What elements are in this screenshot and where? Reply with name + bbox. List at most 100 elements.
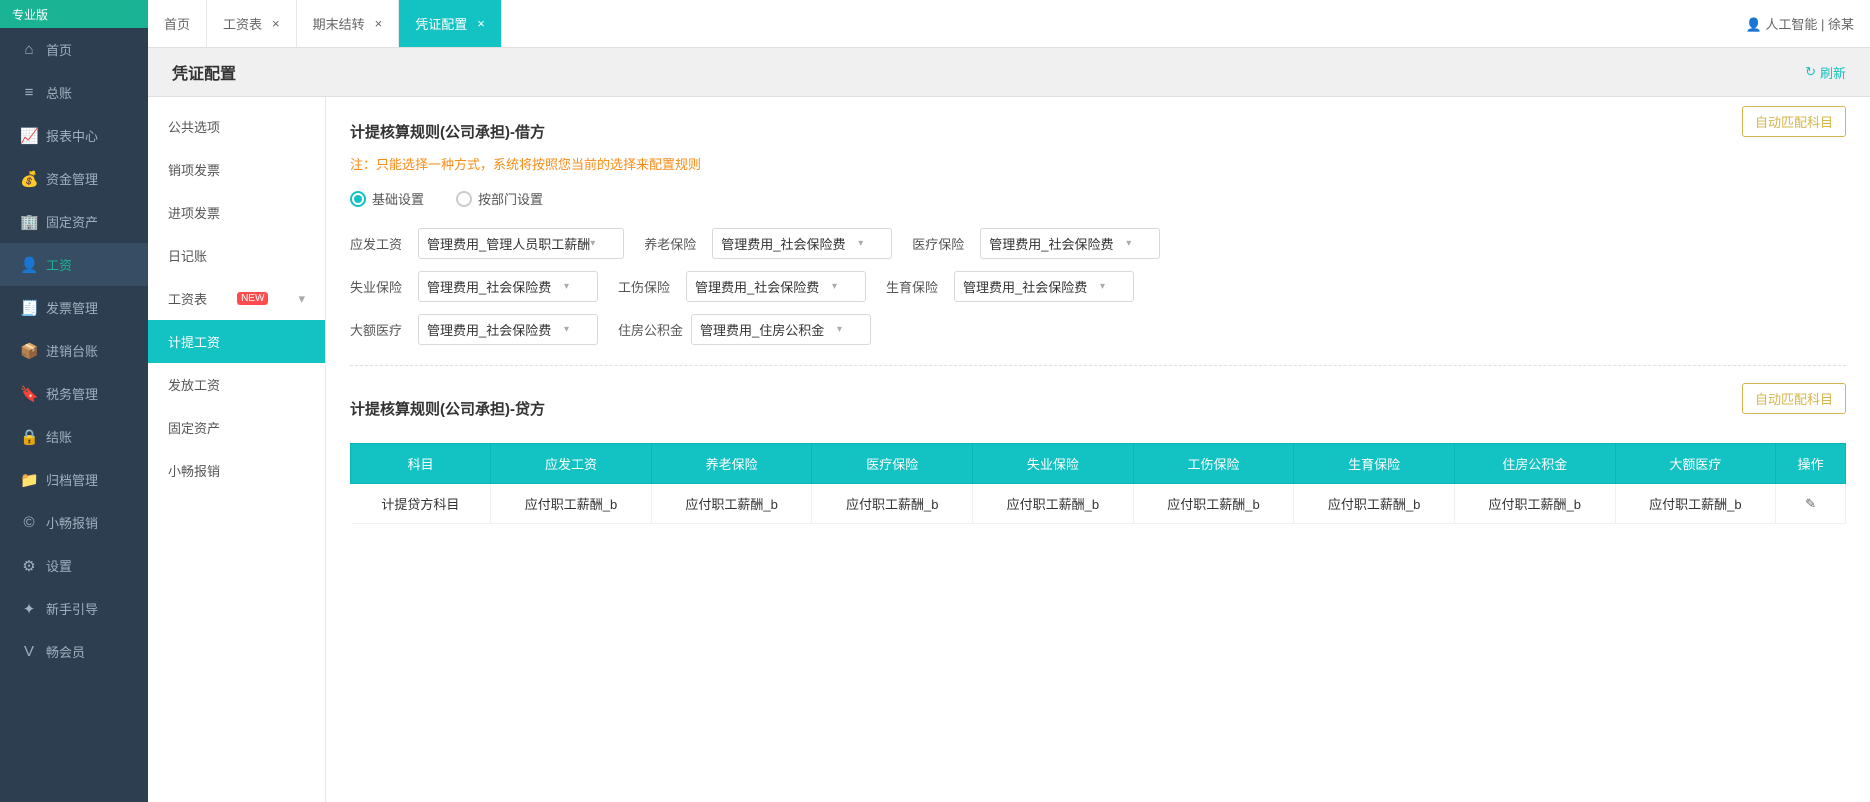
housing-fund-value: 管理费用_住房公积金 xyxy=(700,320,824,339)
sidebar-item-invoice[interactable]: 🧾 发票管理 xyxy=(0,286,148,329)
radio-group: 基础设置 按部门设置 xyxy=(350,189,1846,208)
maternity-select[interactable]: 管理费用_社会保险费 ▾ xyxy=(954,271,1134,302)
left-menu-item-pay-salary[interactable]: 发放工资 xyxy=(148,363,325,406)
dropdown-arrow: ▾ xyxy=(1100,281,1105,292)
sidebar-item-ledger[interactable]: ≡ 总账 xyxy=(0,71,148,114)
radio-dept-settings[interactable]: 按部门设置 xyxy=(456,189,543,208)
tab-voucher-config[interactable]: 凭证配置 × xyxy=(399,0,502,47)
field-medical: 医疗保险 管理费用_社会保险费 ▾ xyxy=(912,228,1160,259)
radio-dept-label: 按部门设置 xyxy=(478,189,543,208)
sidebar-item-label: 归档管理 xyxy=(46,470,98,489)
dropdown-arrow: ▾ xyxy=(564,281,569,292)
left-menu-item-sales-invoice[interactable]: 销项发票 xyxy=(148,148,325,191)
sidebar-item-label: 结账 xyxy=(46,427,72,446)
field-unemployment: 失业保险 管理费用_社会保险费 ▾ xyxy=(350,271,598,302)
left-menu-item-xiaochang-expense[interactable]: 小畅报销 xyxy=(148,449,325,492)
sidebar-item-xiaochang[interactable]: © 小畅报销 xyxy=(0,501,148,544)
radio-basic-label: 基础设置 xyxy=(372,189,424,208)
content-layout: 公共选项 销项发票 进项发票 日记账 工资表 NEW ▾ 计提工资 发放工资 xyxy=(148,97,1870,802)
row-major-medical: 应付职工薪酬_b xyxy=(1615,484,1776,524)
debit-section: 计提核算规则(公司承担)-借方 自动匹配科目 注：只能选择一种方式，系统将按照您… xyxy=(350,121,1846,366)
reports-icon: 📈 xyxy=(20,127,38,145)
auto-match-debit-button[interactable]: 自动匹配科目 xyxy=(1742,106,1846,137)
tab-home[interactable]: 首页 xyxy=(148,0,207,47)
guide-icon: ✦ xyxy=(20,600,38,618)
col-housing-fund: 住房公积金 xyxy=(1454,444,1615,484)
left-menu-item-label: 销项发票 xyxy=(168,160,220,179)
debit-form-row-1: 应发工资 管理费用_管理人员职工薪酬 ▾ 养老保险 管理费用_社会保险费 ▾ xyxy=(350,228,1846,259)
sidebar-item-reports[interactable]: 📈 报表中心 xyxy=(0,114,148,157)
field-injury: 工伤保险 管理费用_社会保险费 ▾ xyxy=(618,271,866,302)
applied-salary-select[interactable]: 管理费用_管理人员职工薪酬 ▾ xyxy=(418,228,624,259)
sidebar-item-salary[interactable]: 👤 工资 xyxy=(0,243,148,286)
pension-select[interactable]: 管理费用_社会保险费 ▾ xyxy=(712,228,892,259)
sidebar-item-label: 固定资产 xyxy=(46,212,98,231)
sidebar-item-label: 资金管理 xyxy=(46,169,98,188)
expand-icon: ▾ xyxy=(298,291,305,307)
left-menu-item-public[interactable]: 公共选项 xyxy=(148,105,325,148)
left-menu-item-journal[interactable]: 日记账 xyxy=(148,234,325,277)
left-menu-item-label: 进项发票 xyxy=(168,203,220,222)
tab-voucher-config-close[interactable]: × xyxy=(477,16,485,31)
sidebar-item-label: 工资 xyxy=(46,255,72,274)
injury-value: 管理费用_社会保险费 xyxy=(695,277,819,296)
left-menu-item-fixed-assets[interactable]: 固定资产 xyxy=(148,406,325,449)
archive-icon: 📁 xyxy=(20,471,38,489)
left-menu-item-label: 公共选项 xyxy=(168,117,220,136)
row-subject: 计提贷方科目 xyxy=(351,484,491,524)
sidebar-item-assets[interactable]: 🏢 固定资产 xyxy=(0,200,148,243)
sidebar-item-close[interactable]: 🔒 结账 xyxy=(0,415,148,458)
edit-icon[interactable]: ✎ xyxy=(1805,496,1816,511)
row-unemployment: 应付职工薪酬_b xyxy=(973,484,1134,524)
major-medical-select[interactable]: 管理费用_社会保险费 ▾ xyxy=(418,314,598,345)
field-housing-fund: 住房公积金 管理费用_住房公积金 ▾ xyxy=(618,314,871,345)
tab-salary-table-close[interactable]: × xyxy=(272,16,280,31)
close-icon: 🔒 xyxy=(20,428,38,446)
major-medical-value: 管理费用_社会保险费 xyxy=(427,320,551,339)
tab-period-close[interactable]: 期末结转 × xyxy=(297,0,400,47)
sidebar-item-archive[interactable]: 📁 归档管理 xyxy=(0,458,148,501)
left-menu-item-label: 工资表 xyxy=(168,289,207,308)
xiaochang-icon: © xyxy=(20,514,38,531)
sidebar-item-tax[interactable]: 🔖 税务管理 xyxy=(0,372,148,415)
left-menu-item-salary-table[interactable]: 工资表 NEW ▾ xyxy=(148,277,325,320)
injury-select[interactable]: 管理费用_社会保险费 ▾ xyxy=(686,271,866,302)
auto-match-credit-button[interactable]: 自动匹配科目 xyxy=(1742,383,1846,414)
tab-home-label: 首页 xyxy=(164,14,190,33)
tab-period-close-close[interactable]: × xyxy=(375,16,383,31)
sidebar-item-inventory[interactable]: 📦 进销台账 xyxy=(0,329,148,372)
radio-basic-settings[interactable]: 基础设置 xyxy=(350,189,424,208)
section-divider xyxy=(350,365,1846,366)
dropdown-arrow: ▾ xyxy=(590,238,595,249)
col-applied-salary: 应发工资 xyxy=(491,444,652,484)
row-action[interactable]: ✎ xyxy=(1776,484,1846,524)
dropdown-arrow: ▾ xyxy=(564,324,569,335)
form-area: 计提核算规则(公司承担)-借方 自动匹配科目 注：只能选择一种方式，系统将按照您… xyxy=(326,97,1870,802)
sidebar-item-guide[interactable]: ✦ 新手引导 xyxy=(0,587,148,630)
tab-period-close-label: 期末结转 xyxy=(313,14,365,33)
medical-label: 医疗保险 xyxy=(912,234,972,253)
debit-form-row-2: 失业保险 管理费用_社会保险费 ▾ 工伤保险 管理费用_社会保险费 ▾ xyxy=(350,271,1846,302)
tab-salary-table[interactable]: 工资表 × xyxy=(207,0,297,47)
refresh-button[interactable]: ↻ 刷新 xyxy=(1805,63,1846,82)
home-icon: ⌂ xyxy=(20,41,38,58)
funds-icon: 💰 xyxy=(20,170,38,188)
medical-select[interactable]: 管理费用_社会保险费 ▾ xyxy=(980,228,1160,259)
unemployment-select[interactable]: 管理费用_社会保险费 ▾ xyxy=(418,271,598,302)
credit-table: 科目 应发工资 养老保险 医疗保险 失业保险 工伤保险 生育保险 住房公积金 大… xyxy=(350,443,1846,524)
salary-icon: 👤 xyxy=(20,256,38,274)
injury-label: 工伤保险 xyxy=(618,277,678,296)
sidebar-item-label: 小畅报销 xyxy=(46,513,98,532)
sidebar-item-settings[interactable]: ⚙ 设置 xyxy=(0,544,148,587)
user-info: 👤 人工智能 | 徐某 xyxy=(1746,14,1854,33)
sidebar-item-funds[interactable]: 💰 资金管理 xyxy=(0,157,148,200)
left-menu-item-accrued-salary[interactable]: 计提工资 xyxy=(148,320,325,363)
sidebar-item-member[interactable]: V 畅会员 xyxy=(0,630,148,673)
housing-fund-select[interactable]: 管理费用_住房公积金 ▾ xyxy=(691,314,871,345)
col-maternity: 生育保险 xyxy=(1294,444,1455,484)
left-menu-item-purchase-invoice[interactable]: 进项发票 xyxy=(148,191,325,234)
sidebar-item-home[interactable]: ⌂ 首页 xyxy=(0,28,148,71)
radio-basic-circle[interactable] xyxy=(350,191,366,207)
radio-dept-circle[interactable] xyxy=(456,191,472,207)
col-action: 操作 xyxy=(1776,444,1846,484)
